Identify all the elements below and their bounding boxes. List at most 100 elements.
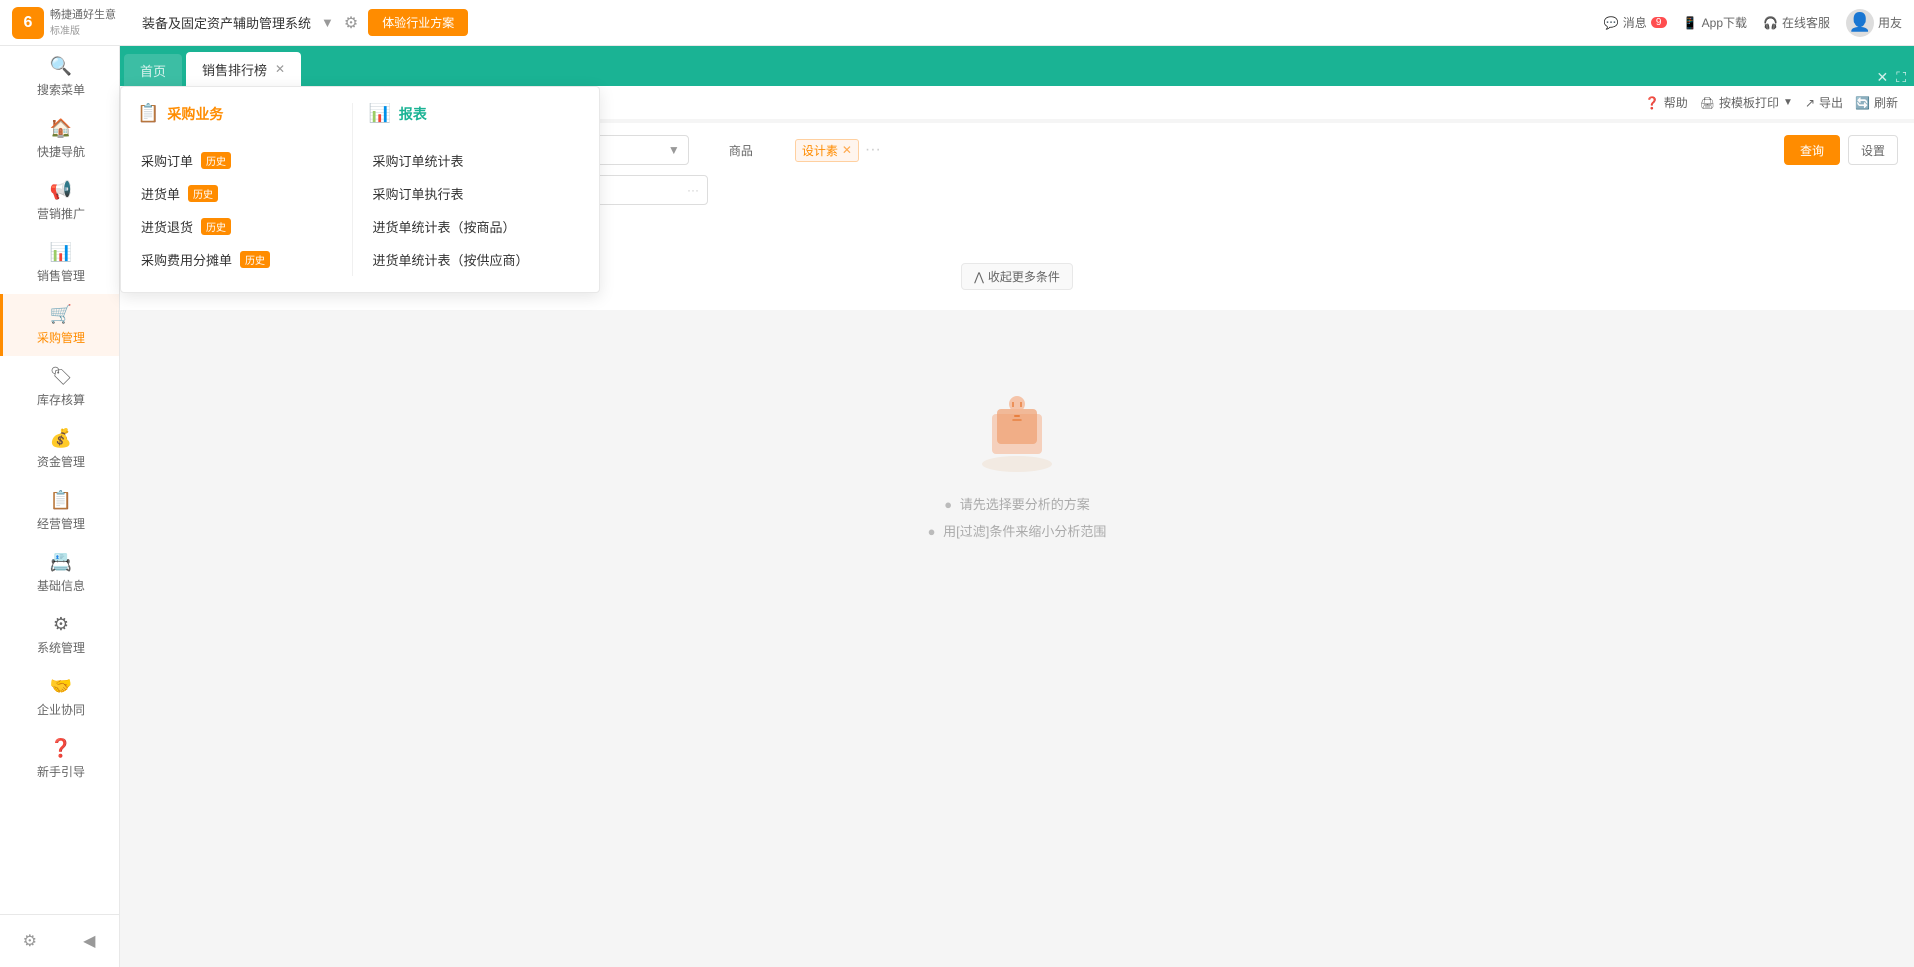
message-btn[interactable]: 💬 消息 9 (1604, 14, 1667, 31)
refresh-icon: 🔄 (1855, 96, 1870, 110)
sidebar-item-purchase[interactable]: 🛒 采购管理 (0, 294, 119, 356)
sidebar-item-system[interactable]: ⚙ 系统管理 (0, 604, 119, 666)
export-btn[interactable]: ↗ 导出 (1805, 94, 1843, 111)
select-arrow-icon: ▼ (668, 143, 680, 157)
history-tag: 历史 (188, 185, 218, 202)
dropdown-left-item[interactable]: 进货单 历史 (137, 177, 352, 210)
close-icon[interactable]: ✕ (1876, 69, 1888, 86)
sidebar-item-inventory[interactable]: 🏷 库存核算 (0, 356, 119, 418)
sidebar-icon-sales: 📊 (50, 242, 72, 263)
logo-icon: 6 (12, 7, 44, 39)
sidebar-icon-search: 🔍 (50, 56, 72, 77)
header-right: 💬 消息 9 📱 App下载 🎧 在线客服 👤 用友 (1604, 9, 1902, 37)
sidebar-label-capital: 资金管理 (37, 453, 85, 470)
history-tag: 历史 (201, 218, 231, 235)
sidebar-bottom: ⚙ ◀ (0, 914, 119, 967)
user-area[interactable]: 👤 用友 (1846, 9, 1902, 37)
app-download-btn[interactable]: 📱 App下载 (1683, 14, 1747, 31)
system-title: 装备及固定资产辅助管理系统 (142, 13, 311, 32)
online-service-btn[interactable]: 🎧 在线客服 (1763, 14, 1830, 31)
dropdown-item-label: 进货单统计表（按商品） (373, 217, 516, 236)
settings-icon[interactable]: ⚙ (344, 13, 358, 33)
sidebar-label-marketing: 营销推广 (37, 205, 85, 222)
tab-home[interactable]: 首页 (124, 54, 182, 86)
sidebar-item-capital[interactable]: 💰 资金管理 (0, 418, 119, 480)
dropdown-right-item[interactable]: 采购订单统计表 (369, 144, 584, 177)
dropdown-item-label: 进货单 (141, 184, 180, 203)
dropdown-arrow-icon[interactable]: ▼ (321, 15, 334, 30)
headset-icon: 🎧 (1763, 16, 1778, 30)
header-middle: 装备及固定资产辅助管理系统 ▼ ⚙ 体验行业方案 (132, 9, 1604, 36)
sidebar-item-quick[interactable]: 🏠 快捷导航 (0, 108, 119, 170)
export-icon: ↗ (1805, 96, 1815, 110)
collapse-btn[interactable]: ⋀ 收起更多条件 (961, 263, 1073, 290)
sidebar-icon-marketing: 📢 (50, 180, 72, 201)
dropdown-item-label: 进货单统计表（按供应商） (373, 250, 529, 269)
sidebar-label-system: 系统管理 (37, 639, 85, 656)
dropdown-left-item[interactable]: 采购费用分摊单 历史 (137, 243, 352, 276)
tab-close-icon[interactable]: ✕ (275, 62, 285, 76)
goods-tag-close[interactable]: ✕ (842, 143, 852, 157)
maximize-icon[interactable]: ⛶ (1896, 69, 1906, 86)
sidebar-settings-btn[interactable]: ⚙ (14, 925, 46, 957)
dropdown-right-item[interactable]: 进货单统计表（按商品） (369, 210, 584, 243)
dropdown-item-label: 采购订单统计表 (373, 151, 464, 170)
dropdown-right-item[interactable]: 采购订单执行表 (369, 177, 584, 210)
history-tag: 历史 (201, 152, 231, 169)
dropdown-item-label: 采购订单执行表 (373, 184, 464, 203)
sidebar-label-quick: 快捷导航 (37, 143, 85, 160)
query-btn[interactable]: 查询 (1784, 135, 1840, 165)
goods-more-dots[interactable]: ··· (865, 141, 881, 159)
sidebar-item-base[interactable]: 📇 基础信息 (0, 542, 119, 604)
sidebar-item-guide[interactable]: ❓ 新手引导 (0, 728, 119, 790)
dropdown-menu: 📋 采购业务 采购订单 历史 进货单 历史 进货退货 历史 采购费用分摊单 历史… (120, 86, 600, 293)
tab-sales-ranking[interactable]: 销售排行榜 ✕ (186, 52, 301, 86)
help-icon: ❓ (1645, 96, 1660, 110)
settings-btn[interactable]: 设置 (1848, 135, 1898, 165)
top-header: 6 畅捷通好生意 标准版 装备及固定资产辅助管理系统 ▼ ⚙ 体验行业方案 💬 … (0, 0, 1914, 46)
refresh-btn[interactable]: 🔄 刷新 (1855, 94, 1898, 111)
print-dropdown-icon: ▼ (1783, 97, 1793, 108)
template-print-btn[interactable]: 🖨 按模板打印 ▼ (1700, 94, 1793, 111)
phone-icon: 📱 (1683, 16, 1698, 30)
dropdown-left-item[interactable]: 采购订单 历史 (137, 144, 352, 177)
sidebar-label-base: 基础信息 (37, 577, 85, 594)
print-icon: 🖨 (1700, 96, 1715, 110)
sidebar-item-search[interactable]: 🔍 搜索菜单 (0, 46, 119, 108)
dropdown-right-item[interactable]: 进货单统计表（按供应商） (369, 243, 584, 276)
sidebar-icon-base: 📇 (50, 552, 72, 573)
logo-sub: 标准版 (50, 22, 116, 37)
sidebar-label-purchase: 采购管理 (37, 329, 85, 346)
sidebar-icon-purchase: 🛒 (50, 304, 72, 325)
sidebar-icon-capital: 💰 (50, 428, 72, 449)
sidebar-icon-quick: 🏠 (50, 118, 72, 139)
sidebar-item-marketing[interactable]: 📢 营销推广 (0, 170, 119, 232)
dropdown-item-label: 进货退货 (141, 217, 193, 236)
sidebar-label-inventory: 库存核算 (37, 391, 85, 408)
tab-bar-right: ✕ ⛶ (1876, 69, 1914, 86)
goods-label: 商品 (729, 142, 779, 159)
help-btn[interactable]: ❓ 帮助 (1645, 94, 1688, 111)
filter-actions: 查询 设置 (1784, 135, 1898, 165)
industry-btn[interactable]: 体验行业方案 (368, 9, 468, 36)
sidebar-item-sales[interactable]: 📊 销售管理 (0, 232, 119, 294)
empty-state: ● 请先选择要分析的方案 ● 用[过滤]条件来缩小分析范围 (120, 314, 1914, 620)
sidebar-icon-inventory: 🏷 (50, 366, 73, 387)
dropdown-item-label: 采购订单 (141, 151, 193, 170)
sidebar-label-search: 搜索菜单 (37, 81, 85, 98)
sidebar-icon-operation: 📋 (50, 490, 72, 511)
dropdown-item-label: 采购费用分摊单 (141, 250, 232, 269)
sidebar-icon-system: ⚙ (53, 614, 69, 635)
sidebar-label-guide: 新手引导 (37, 763, 85, 780)
sidebar-item-enterprise[interactable]: 🤝 企业协同 (0, 666, 119, 728)
message-icon: 💬 (1604, 16, 1619, 30)
empty-hint-2: ● 用[过滤]条件来缩小分析范围 (928, 521, 1107, 540)
tab-home-label: 首页 (140, 61, 166, 80)
collapse-up-icon: ⋀ (974, 270, 984, 284)
sidebar-icon-guide: ❓ (50, 738, 72, 759)
dropdown-left-item[interactable]: 进货退货 历史 (137, 210, 352, 243)
sidebar-collapse-btn[interactable]: ◀ (73, 925, 105, 957)
avatar: 👤 (1846, 9, 1874, 37)
sidebar-item-operation[interactable]: 📋 经营管理 (0, 480, 119, 542)
logo-area: 6 畅捷通好生意 标准版 (12, 7, 132, 39)
